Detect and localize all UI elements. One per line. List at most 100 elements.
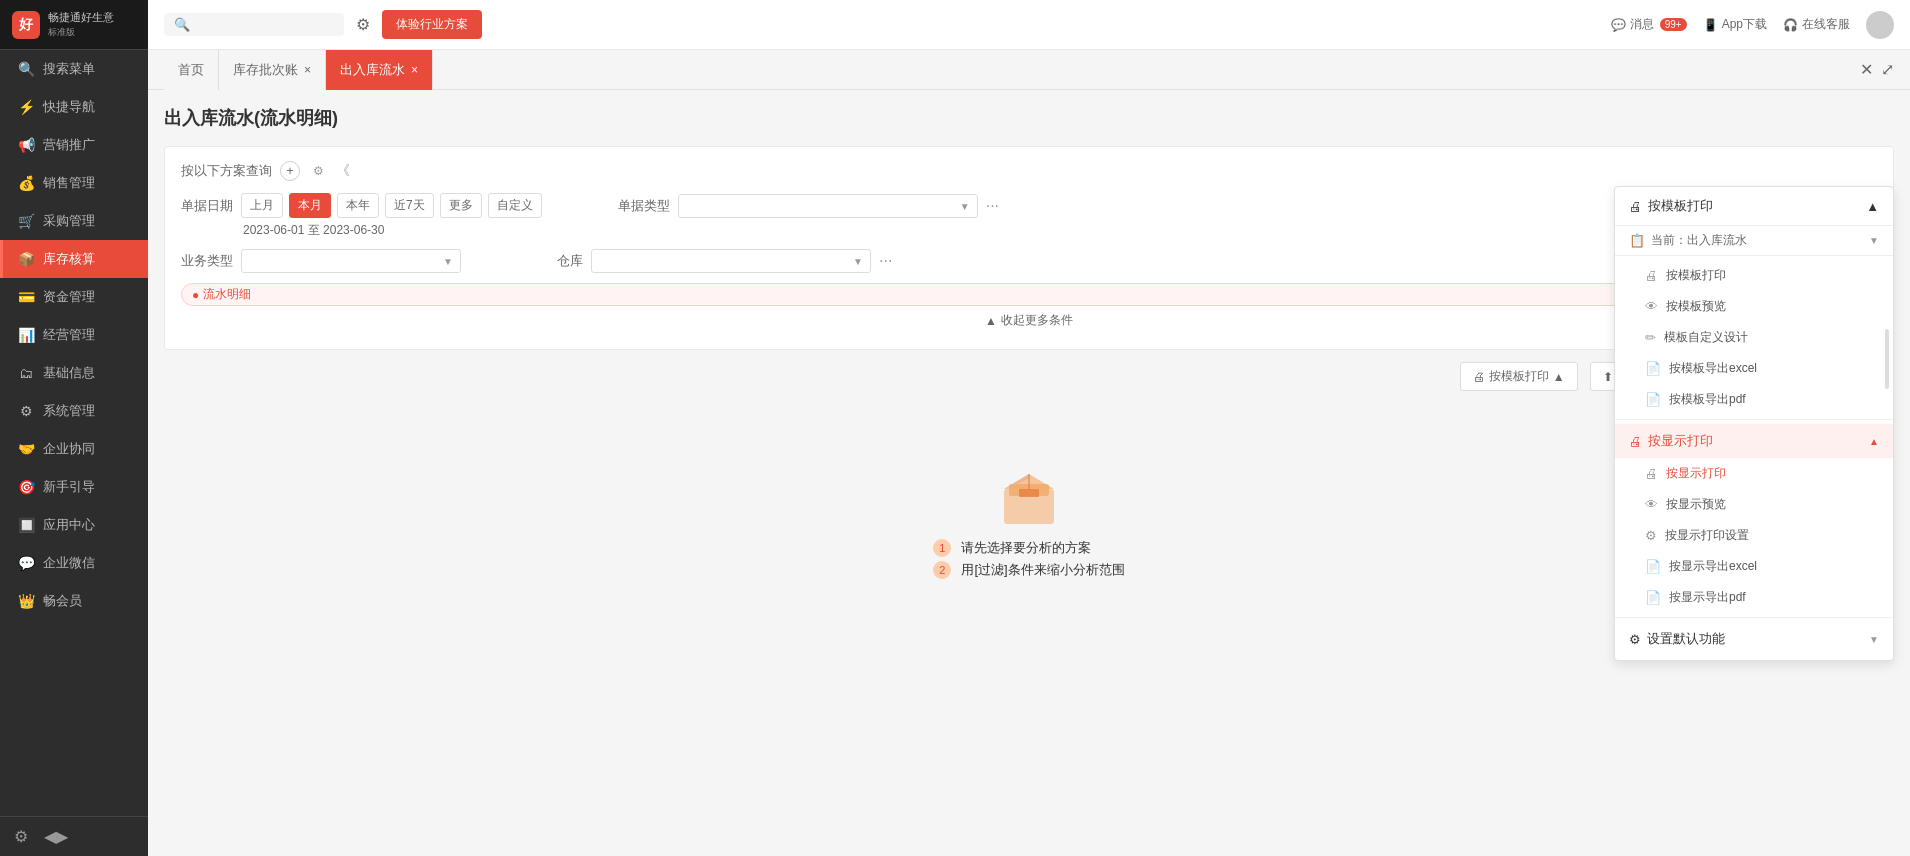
dropdown-template-preview[interactable]: 👁 按模板预览	[1615, 291, 1893, 322]
warehouse-select-wrapper	[591, 249, 871, 273]
date-btn-custom[interactable]: 自定义	[488, 193, 542, 218]
date-btn-7days[interactable]: 近7天	[385, 193, 434, 218]
sidebar: 好 畅捷通好生意 标准版 🔍 搜索菜单 ⚡ 快捷导航 📢 营销推广 💰 销售管理…	[0, 0, 148, 856]
sidebar-footer: ⚙ ◀▶	[0, 816, 148, 856]
date-btn-this-month[interactable]: 本月	[289, 193, 331, 218]
sidebar-item-新手引导[interactable]: 🎯 新手引导	[0, 468, 148, 506]
dropdown-collapse-btn[interactable]: ▲	[1866, 199, 1879, 214]
dropdown-display-preview[interactable]: 👁 按显示预览	[1615, 489, 1893, 520]
print-dropdown-panel: 🖨 按模板打印 ▲ 📋 当前：出入库流水 ▼ 🖨 按模板打印	[1614, 186, 1894, 661]
sidebar-item-采购管理[interactable]: 🛒 采购管理	[0, 202, 148, 240]
template-print-arrow: ▲	[1553, 370, 1565, 384]
sidebar-item-系统管理[interactable]: ⚙ 系统管理	[0, 392, 148, 430]
main-area: 🔍 ⚙ 体验行业方案 💬 消息 99+ 📱 App下载 🎧 在线客服	[148, 0, 1910, 856]
sidebar-label-7: 经营管理	[43, 326, 95, 344]
sidebar-item-快捷导航[interactable]: ⚡ 快捷导航	[0, 88, 148, 126]
sidebar-item-畅会员[interactable]: 👑 畅会员	[0, 582, 148, 620]
dropdown-display-section-header[interactable]: 🖨 按显示打印 ▲	[1615, 424, 1893, 458]
warehouse-more-icon[interactable]: ···	[879, 252, 892, 270]
dropdown-display-pdf[interactable]: 📄 按显示导出pdf	[1615, 582, 1893, 613]
tab-stock-flow[interactable]: 出入库流水 ×	[326, 50, 433, 90]
template-preview-icon: 👁	[1645, 299, 1658, 314]
search-icon: 🔍	[174, 17, 190, 32]
dropdown-template-excel[interactable]: 📄 按模板导出excel	[1615, 353, 1893, 384]
sidebar-item-资金管理[interactable]: 💳 资金管理	[0, 278, 148, 316]
sidebar-item-企业协同[interactable]: 🤝 企业协同	[0, 430, 148, 468]
collapse-icon[interactable]: ◀▶	[44, 827, 68, 846]
dropdown-template-design[interactable]: ✏ 模板自定义设计	[1615, 322, 1893, 353]
template-print-icon: 🖨	[1473, 370, 1485, 384]
app-download-action[interactable]: 📱 App下载	[1703, 16, 1767, 33]
tab-home[interactable]: 首页	[164, 50, 219, 90]
sidebar-item-库存核算[interactable]: 📦 库存核算	[0, 240, 148, 278]
sidebar-item-经营管理[interactable]: 📊 经营管理	[0, 316, 148, 354]
dropdown-set-default[interactable]: ⚙ 设置默认功能 ▼	[1615, 622, 1893, 656]
sidebar-icon-11: 🎯	[17, 478, 35, 496]
sidebar-icon-0: 🔍	[17, 60, 35, 78]
dropdown-display-settings[interactable]: ⚙ 按显示打印设置	[1615, 520, 1893, 551]
dropdown-scrollbar[interactable]	[1885, 329, 1889, 389]
template-print-btn[interactable]: 🖨 按模板打印 ▲	[1460, 362, 1578, 391]
sidebar-item-营销推广[interactable]: 📢 营销推广	[0, 126, 148, 164]
message-action[interactable]: 💬 消息 99+	[1611, 16, 1687, 33]
search-bar[interactable]: 🔍	[164, 13, 344, 36]
dropdown-title: 按模板打印	[1648, 197, 1713, 215]
filter-add-button[interactable]: +	[280, 161, 300, 181]
template-pdf-icon: 📄	[1645, 392, 1661, 407]
app-badge: 标准版	[48, 26, 114, 39]
warehouse-label: 仓库	[557, 252, 583, 270]
warehouse-select[interactable]	[591, 249, 871, 273]
filter-setting-button[interactable]: ⚙	[308, 161, 328, 181]
user-avatar[interactable]	[1866, 11, 1894, 39]
online-service-action[interactable]: 🎧 在线客服	[1783, 16, 1850, 33]
date-btn-this-year[interactable]: 本年	[337, 193, 379, 218]
dropdown-template-pdf[interactable]: 📄 按模板导出pdf	[1615, 384, 1893, 415]
sidebar-label-14: 畅会员	[43, 592, 82, 610]
sidebar-icon-14: 👑	[17, 592, 35, 610]
filter-collapse-button[interactable]: 《	[336, 162, 350, 180]
date-btn-last-month[interactable]: 上月	[241, 193, 283, 218]
tab-close-all-icon[interactable]: ✕	[1860, 60, 1873, 79]
collapse-up-icon: ▲	[985, 314, 997, 328]
date-label: 单据日期	[181, 197, 233, 215]
display-settings-icon: ⚙	[1645, 528, 1657, 543]
display-excel-label: 按显示导出excel	[1669, 558, 1757, 575]
doc-type-more-icon[interactable]: ···	[986, 197, 999, 215]
sidebar-item-应用中心[interactable]: 🔲 应用中心	[0, 506, 148, 544]
sidebar-item-企业微信[interactable]: 💬 企业微信	[0, 544, 148, 582]
sidebar-icon-10: 🤝	[17, 440, 35, 458]
dropdown-header: 🖨 按模板打印 ▲	[1615, 187, 1893, 226]
sidebar-item-搜索菜单[interactable]: 🔍 搜索菜单	[0, 50, 148, 88]
tab-stock-flow-label: 出入库流水	[340, 61, 405, 79]
sidebar-icon-1: ⚡	[17, 98, 35, 116]
biz-type-select-wrapper	[241, 249, 461, 273]
tab-maximize-icon[interactable]: ⤢	[1881, 60, 1894, 79]
search-input[interactable]	[196, 18, 316, 32]
sidebar-item-销售管理[interactable]: 💰 销售管理	[0, 164, 148, 202]
dropdown-display-print[interactable]: 🖨 按显示打印	[1615, 458, 1893, 489]
sidebar-icon-8: 🗂	[17, 364, 35, 382]
biz-type-select[interactable]	[241, 249, 461, 273]
tab-inventory-batch-close[interactable]: ×	[304, 63, 311, 77]
sidebar-icon-4: 🛒	[17, 212, 35, 230]
template-preview-label: 按模板预览	[1666, 298, 1726, 315]
sidebar-label-12: 应用中心	[43, 516, 95, 534]
doc-type-select[interactable]	[678, 194, 978, 218]
settings-icon[interactable]: ⚙	[14, 827, 28, 846]
trial-button[interactable]: 体验行业方案	[382, 10, 482, 39]
settings-gear-icon[interactable]: ⚙	[356, 15, 370, 34]
display-section-icon: 🖨	[1629, 434, 1642, 449]
dropdown-display-excel[interactable]: 📄 按显示导出excel	[1615, 551, 1893, 582]
dropdown-template-print[interactable]: 🖨 按模板打印	[1615, 260, 1893, 291]
dropdown-current-arrow[interactable]: ▼	[1869, 235, 1879, 246]
date-btn-more[interactable]: 更多	[440, 193, 482, 218]
tab-stock-flow-close[interactable]: ×	[411, 63, 418, 77]
tabbar: 首页 库存批次账 × 出入库流水 × ✕ ⤢	[148, 50, 1910, 90]
template-print-label: 按模板打印	[1489, 368, 1549, 385]
page-content: 出入库流水(流水明细) 按以下方案查询 + ⚙ 《 单据日期 上月 本月 本年 …	[148, 90, 1910, 856]
date-filter: 上月 本月 本年 近7天 更多 自定义	[241, 193, 542, 218]
tab-inventory-batch[interactable]: 库存批次账 ×	[219, 50, 326, 90]
sidebar-item-基础信息[interactable]: 🗂 基础信息	[0, 354, 148, 392]
dropdown-display-section: 🖨 按显示打印 ▲ 🖨 按显示打印 👁 按显示预览 ⚙ 按显示打印设置	[1615, 420, 1893, 617]
message-badge: 99+	[1660, 18, 1687, 31]
